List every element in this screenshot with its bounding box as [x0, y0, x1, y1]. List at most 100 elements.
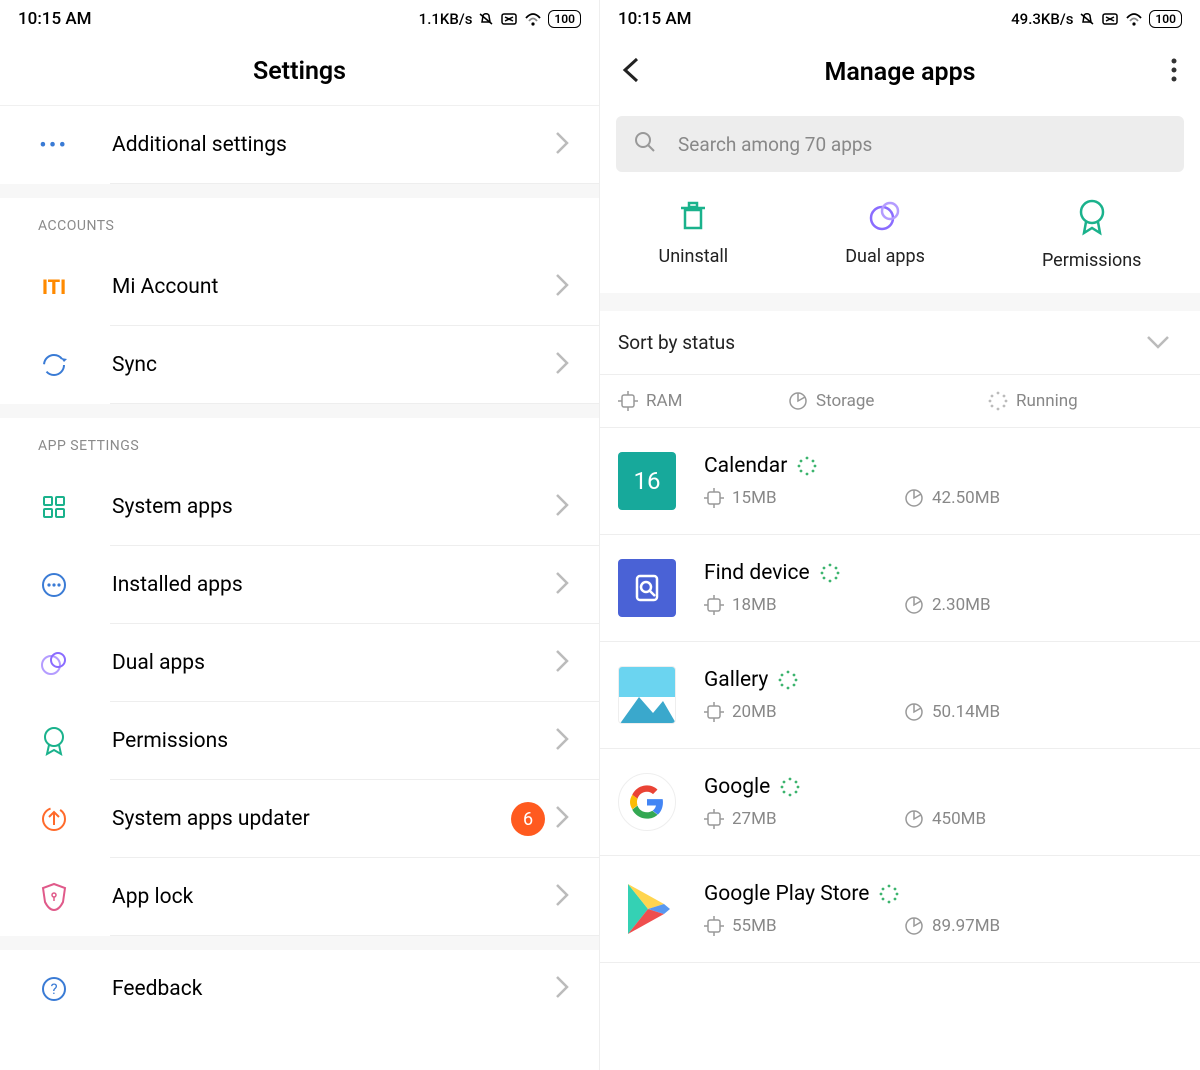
- app-name: Calendar: [704, 454, 787, 478]
- dual-apps-icon: [868, 198, 902, 236]
- action-label: Uninstall: [659, 246, 729, 267]
- action-permissions[interactable]: Permissions: [1042, 198, 1142, 271]
- status-time: 10:15 AM: [18, 9, 92, 29]
- action-label: Dual apps: [845, 246, 925, 267]
- dnd-icon: [478, 12, 494, 26]
- manage-apps-screen: 10:15 AM 49.3KB/s 100 Manage apps Search…: [600, 0, 1200, 1070]
- medal-icon: [1075, 198, 1109, 240]
- sync-icon: [36, 352, 72, 378]
- chevron-right-icon: [555, 571, 569, 599]
- row-label: System apps: [72, 495, 555, 519]
- action-row: Uninstall Dual apps Permissions: [600, 172, 1200, 293]
- running-icon: [879, 884, 899, 904]
- row-system-apps-updater[interactable]: System apps updater 6: [0, 780, 599, 858]
- battery-level: 100: [1149, 10, 1182, 28]
- app-ram: 27MB: [732, 809, 777, 829]
- ellipsis-icon: •••: [36, 135, 72, 156]
- app-ram: 18MB: [732, 595, 777, 615]
- status-net-speed: 1.1KB/s: [419, 10, 473, 28]
- chevron-right-icon: [555, 805, 569, 833]
- app-name: Google: [704, 775, 770, 799]
- search-placeholder: Search among 70 apps: [678, 133, 872, 156]
- app-row[interactable]: Find device18MB2.30MB: [600, 535, 1200, 642]
- row-dual-apps[interactable]: Dual apps: [0, 624, 599, 702]
- row-permissions[interactable]: Permissions: [0, 702, 599, 780]
- titlebar: Manage apps: [600, 38, 1200, 106]
- svg-text:?: ?: [50, 980, 57, 998]
- chevron-right-icon: [555, 131, 569, 159]
- mi-icon: ITI: [36, 275, 72, 299]
- wifi-icon: [524, 12, 542, 26]
- row-label: Installed apps: [72, 573, 555, 597]
- app-icon: [618, 773, 676, 831]
- chevron-right-icon: [555, 727, 569, 755]
- row-label: System apps updater: [72, 807, 511, 831]
- running-icon: [780, 777, 800, 797]
- col-running: Running: [1016, 391, 1078, 411]
- trash-icon: [676, 198, 710, 236]
- status-time: 10:15 AM: [618, 9, 692, 29]
- app-row[interactable]: Google Play Store55MB89.97MB: [600, 856, 1200, 963]
- row-label: Additional settings: [72, 133, 555, 157]
- running-icon: [797, 456, 817, 476]
- chevron-right-icon: [555, 649, 569, 677]
- app-ram: 15MB: [732, 488, 777, 508]
- sort-label: Sort by status: [618, 331, 735, 354]
- running-icon: [820, 563, 840, 583]
- app-row[interactable]: Gallery20MB50.14MB: [600, 642, 1200, 749]
- dnd-icon: [1079, 12, 1095, 26]
- col-ram: RAM: [646, 391, 682, 411]
- update-count-badge: 6: [511, 802, 545, 836]
- search-icon: [634, 131, 656, 158]
- app-storage: 89.97MB: [932, 916, 1000, 936]
- page-title: Manage apps: [825, 58, 976, 87]
- row-label: Mi Account: [72, 275, 555, 299]
- chevron-right-icon: [555, 975, 569, 1003]
- status-net-speed: 49.3KB/s: [1011, 10, 1073, 28]
- chevron-right-icon: [555, 883, 569, 911]
- no-sim-icon: [500, 12, 518, 26]
- shield-lock-icon: [36, 882, 72, 912]
- status-bar: 10:15 AM 1.1KB/s 100: [0, 0, 599, 38]
- grid-icon: [36, 495, 72, 519]
- dotted-circle-icon: [36, 572, 72, 598]
- row-label: Feedback: [72, 977, 555, 1001]
- dual-apps-icon: [36, 650, 72, 676]
- titlebar: Settings: [0, 38, 599, 106]
- app-ram: 55MB: [732, 916, 777, 936]
- wifi-icon: [1125, 12, 1143, 26]
- row-label: Permissions: [72, 729, 555, 753]
- row-sync[interactable]: Sync: [0, 326, 599, 404]
- row-label: Sync: [72, 353, 555, 377]
- app-name: Gallery: [704, 668, 768, 692]
- columns-header: RAM Storage Running: [600, 375, 1200, 428]
- search-input[interactable]: Search among 70 apps: [616, 116, 1184, 172]
- chevron-down-icon: [1146, 331, 1170, 354]
- app-row[interactable]: 16Calendar15MB42.50MB: [600, 428, 1200, 535]
- action-dual-apps[interactable]: Dual apps: [845, 198, 925, 271]
- chevron-right-icon: [555, 351, 569, 379]
- action-label: Permissions: [1042, 250, 1142, 271]
- action-uninstall[interactable]: Uninstall: [659, 198, 729, 271]
- row-additional-settings[interactable]: ••• Additional settings: [0, 106, 599, 184]
- app-row[interactable]: Google27MB450MB: [600, 749, 1200, 856]
- section-header-accounts: ACCOUNTS: [0, 198, 599, 248]
- row-system-apps[interactable]: System apps: [0, 468, 599, 546]
- row-label: Dual apps: [72, 651, 555, 675]
- section-header-app-settings: APP SETTINGS: [0, 418, 599, 468]
- row-installed-apps[interactable]: Installed apps: [0, 546, 599, 624]
- settings-screen: 10:15 AM 1.1KB/s 100 Settings ••• Additi…: [0, 0, 600, 1070]
- back-button[interactable]: [622, 56, 640, 88]
- app-storage: 2.30MB: [932, 595, 991, 615]
- col-storage: Storage: [816, 391, 874, 411]
- chevron-right-icon: [555, 273, 569, 301]
- app-storage: 50.14MB: [932, 702, 1000, 722]
- row-mi-account[interactable]: ITI Mi Account: [0, 248, 599, 326]
- no-sim-icon: [1101, 12, 1119, 26]
- page-title: Settings: [253, 57, 346, 86]
- more-button[interactable]: [1170, 56, 1178, 88]
- sort-dropdown[interactable]: Sort by status: [600, 311, 1200, 375]
- row-feedback[interactable]: ? Feedback: [0, 950, 599, 1028]
- battery-level: 100: [548, 10, 581, 28]
- row-app-lock[interactable]: App lock: [0, 858, 599, 936]
